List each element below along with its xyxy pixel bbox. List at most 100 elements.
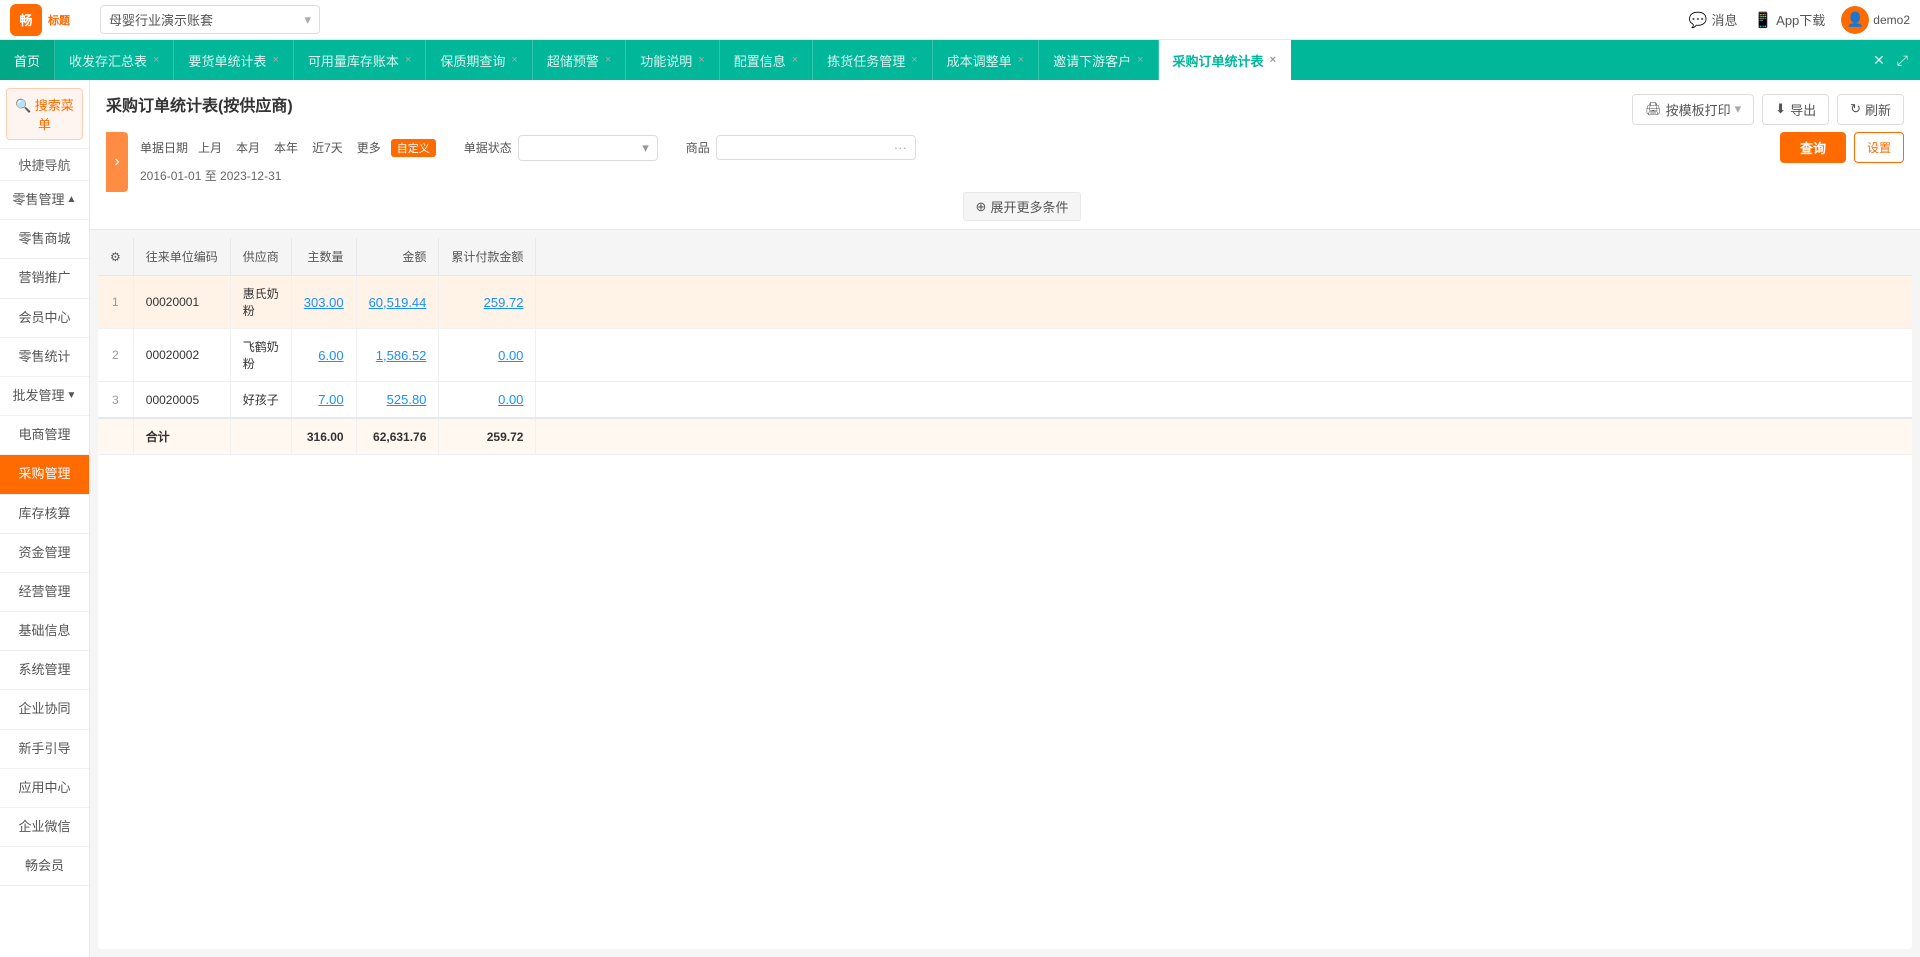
sidebar-item-enterprise-collab[interactable]: 企业协同 — [0, 690, 89, 729]
sidebar: 🔍 搜索菜单 快捷导航 零售管理 ▲ 零售商城 营销推广 会员中心 零售统计 批… — [0, 80, 90, 957]
nav-expand-btn[interactable]: ⤢ — [1893, 48, 1912, 73]
row3-amount[interactable]: 525.80 — [356, 382, 439, 419]
tab-order-stats[interactable]: 要货单统计表 × — [174, 40, 293, 80]
user-name: demo2 — [1873, 13, 1910, 27]
sidebar-item-enterprise-wechat[interactable]: 企业微信 — [0, 808, 89, 847]
row1-amount[interactable]: 60,519.44 — [356, 276, 439, 329]
message-icon: 💬 — [1689, 11, 1708, 29]
status-arrow: ▾ — [642, 140, 649, 156]
row3-code: 00020005 — [133, 382, 230, 419]
goods-input[interactable]: ··· — [716, 135, 916, 160]
row3-extra — [536, 382, 1912, 419]
tab-receive-send-label: 收发存汇总表 — [69, 51, 147, 70]
tab-cost-adjust[interactable]: 成本调整单 × — [933, 40, 1039, 80]
table-row: 2 00020002 飞鹤奶粉 6.00 1,586.52 0.00 — [98, 329, 1912, 382]
sidebar-item-ecommerce-mgmt[interactable]: 电商管理 — [0, 416, 89, 455]
print-arrow: ▾ — [1735, 101, 1742, 117]
tab-overstock-alert-close[interactable]: × — [605, 54, 611, 66]
sidebar-item-retail-stats[interactable]: 零售统计 — [0, 338, 89, 377]
row3-qty[interactable]: 7.00 — [291, 382, 356, 419]
shortcut-this-year[interactable]: 本年 — [270, 137, 302, 158]
tab-invite-downstream[interactable]: 邀请下游客户 × — [1039, 40, 1158, 80]
message-button[interactable]: 💬 消息 — [1689, 10, 1738, 29]
sidebar-item-basic-info[interactable]: 基础信息 — [0, 612, 89, 651]
shortcut-more[interactable]: 更多 — [353, 137, 385, 158]
row2-qty[interactable]: 6.00 — [291, 329, 356, 382]
tab-expiry-query-close[interactable]: × — [511, 54, 517, 66]
tab-config-info-close[interactable]: × — [792, 54, 798, 66]
row3-paid[interactable]: 0.00 — [439, 382, 536, 419]
tab-config-info[interactable]: 配置信息 × — [720, 40, 813, 80]
sidebar-item-stock-check[interactable]: 库存核算 — [0, 495, 89, 534]
tab-pickup-task-close[interactable]: × — [911, 54, 917, 66]
tab-overstock-alert[interactable]: 超储预警 × — [533, 40, 626, 80]
tab-func-desc[interactable]: 功能说明 × — [626, 40, 719, 80]
tab-func-desc-close[interactable]: × — [698, 54, 704, 66]
shortcut-7days[interactable]: 近7天 — [308, 137, 347, 158]
row1-paid[interactable]: 259.72 — [439, 276, 536, 329]
tab-available-stock-label: 可用量库存账本 — [308, 51, 399, 70]
wholesale-arrow: ▼ — [67, 389, 77, 403]
refresh-button[interactable]: ↻ 刷新 — [1837, 94, 1904, 125]
tab-order-stats-close[interactable]: × — [272, 54, 278, 66]
tab-available-stock[interactable]: 可用量库存账本 × — [294, 40, 426, 80]
tab-invite-downstream-close[interactable]: × — [1137, 54, 1143, 66]
row1-qty[interactable]: 303.00 — [291, 276, 356, 329]
sidebar-item-marketing[interactable]: 营销推广 — [0, 259, 89, 298]
sidebar-item-member-center[interactable]: 会员中心 — [0, 299, 89, 338]
col-settings[interactable]: ⚙ — [98, 238, 133, 276]
export-button[interactable]: ⬇ 导出 — [1762, 94, 1829, 125]
sidebar-item-retail-mall[interactable]: 零售商城 — [0, 220, 89, 259]
app-download-button[interactable]: 📱 App下载 — [1753, 10, 1825, 29]
tab-purchase-stats[interactable]: 采购订单统计表 × — [1159, 40, 1291, 80]
top-header: 畅 标题 母婴行业演示账套 ▾ 💬 消息 📱 App下载 👤 demo2 — [0, 0, 1920, 40]
sidebar-item-purchase-mgmt[interactable]: 采购管理 — [0, 455, 89, 494]
print-button[interactable]: 🖨 按模板打印 ▾ — [1632, 94, 1754, 125]
sidebar-item-app-center[interactable]: 应用中心 — [0, 769, 89, 808]
col-extra — [536, 238, 1912, 276]
tab-home[interactable]: 首页 — [0, 40, 55, 80]
sidebar-item-wholesale-mgmt[interactable]: 批发管理 ▼ — [0, 377, 89, 416]
goods-filter: 商品 ··· — [686, 135, 916, 160]
row2-paid[interactable]: 0.00 — [439, 329, 536, 382]
tab-cost-adjust-close[interactable]: × — [1018, 54, 1024, 66]
settings-button[interactable]: 设置 — [1854, 132, 1904, 163]
tab-expiry-query[interactable]: 保质期查询 × — [426, 40, 532, 80]
status-label: 单据状态 — [464, 139, 512, 156]
footer-amount: 62,631.76 — [356, 418, 439, 455]
search-menu-button[interactable]: 🔍 搜索菜单 — [6, 88, 83, 140]
sidebar-item-member[interactable]: 畅会员 — [0, 847, 89, 886]
tab-pickup-task[interactable]: 拣货任务管理 × — [813, 40, 932, 80]
data-table: ⚙ 往来单位编码 供应商 主数量 金额 累计付款金额 1 00020001 惠氏… — [98, 238, 1912, 455]
sidebar-item-finance-mgmt[interactable]: 资金管理 — [0, 534, 89, 573]
tab-available-stock-close[interactable]: × — [405, 54, 411, 66]
user-profile[interactable]: 👤 demo2 — [1841, 6, 1910, 34]
query-button[interactable]: 查询 — [1780, 132, 1846, 163]
sidebar-item-operations-mgmt[interactable]: 经营管理 — [0, 573, 89, 612]
tab-purchase-stats-close[interactable]: × — [1270, 54, 1276, 66]
date-label: 单据日期 — [140, 139, 188, 156]
table-header-row: ⚙ 往来单位编码 供应商 主数量 金额 累计付款金额 — [98, 238, 1912, 276]
shortcut-last-month[interactable]: 上月 — [194, 137, 226, 158]
workspace-selector[interactable]: 母婴行业演示账套 ▾ — [100, 5, 320, 34]
status-select[interactable]: ▾ — [518, 135, 658, 161]
row2-amount[interactable]: 1,586.52 — [356, 329, 439, 382]
tab-receive-send[interactable]: 收发存汇总表 × — [55, 40, 174, 80]
status-filter: 单据状态 ▾ — [464, 135, 658, 161]
collapse-panel-button[interactable]: › — [106, 132, 128, 192]
sidebar-item-retail-mgmt[interactable]: 零售管理 ▲ — [0, 181, 89, 220]
sidebar-item-system-mgmt[interactable]: 系统管理 — [0, 651, 89, 690]
tab-cost-adjust-label: 成本调整单 — [947, 51, 1012, 70]
tab-expiry-query-label: 保质期查询 — [440, 51, 505, 70]
logo-area: 畅 标题 — [10, 4, 90, 36]
expand-more-button[interactable]: ⊕ 展开更多条件 — [963, 192, 1082, 221]
quick-nav-button[interactable]: 快捷导航 — [0, 149, 89, 181]
nav-close-btn[interactable]: ✕ — [1869, 48, 1889, 73]
custom-date-tag[interactable]: 自定义 — [391, 139, 436, 157]
tab-receive-send-close[interactable]: × — [153, 54, 159, 66]
content-area: 采购订单统计表(按供应商) 🖨 按模板打印 ▾ ⬇ 导出 ↻ 刷新 — [90, 80, 1920, 957]
refresh-icon: ↻ — [1850, 101, 1861, 117]
shortcut-this-month[interactable]: 本月 — [232, 137, 264, 158]
sidebar-item-new-guide[interactable]: 新手引导 — [0, 730, 89, 769]
table-row: 1 00020001 惠氏奶粉 303.00 60,519.44 259.72 — [98, 276, 1912, 329]
